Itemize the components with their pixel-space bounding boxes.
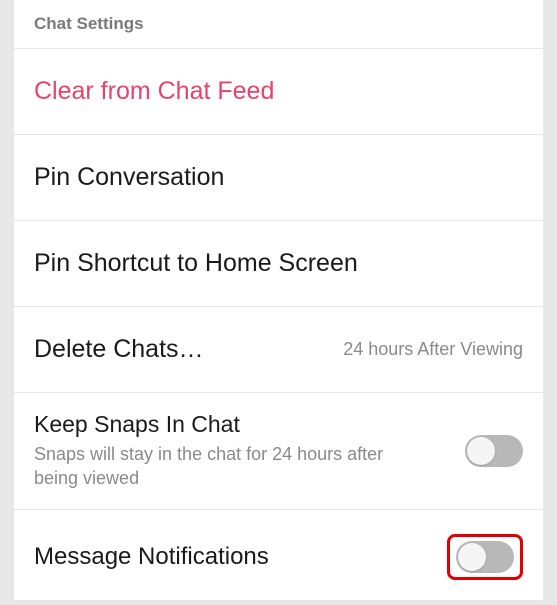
pin-conversation-row[interactable]: Pin Conversation xyxy=(14,135,543,221)
keep-snaps-sublabel: Snaps will stay in the chat for 24 hours… xyxy=(34,442,414,491)
clear-from-chat-feed-row[interactable]: Clear from Chat Feed xyxy=(14,49,543,135)
message-notifications-label: Message Notifications xyxy=(34,543,269,571)
keep-snaps-toggle[interactable] xyxy=(465,435,523,467)
pin-shortcut-row[interactable]: Pin Shortcut to Home Screen xyxy=(14,221,543,307)
chat-settings-panel: Chat Settings Clear from Chat Feed Pin C… xyxy=(14,0,543,600)
keep-snaps-text: Keep Snaps In Chat Snaps will stay in th… xyxy=(34,411,414,491)
delete-chats-row[interactable]: Delete Chats… 24 hours After Viewing xyxy=(14,307,543,393)
pin-conversation-label: Pin Conversation xyxy=(34,163,224,192)
highlight-annotation xyxy=(447,534,523,580)
pin-shortcut-label: Pin Shortcut to Home Screen xyxy=(34,249,358,278)
clear-from-chat-feed-label: Clear from Chat Feed xyxy=(34,77,274,106)
message-notifications-row: Message Notifications xyxy=(14,510,543,605)
message-notifications-toggle[interactable] xyxy=(456,541,514,573)
delete-chats-label: Delete Chats… xyxy=(34,335,204,364)
delete-chats-value: 24 hours After Viewing xyxy=(343,339,523,360)
keep-snaps-row: Keep Snaps In Chat Snaps will stay in th… xyxy=(14,393,543,510)
keep-snaps-label: Keep Snaps In Chat xyxy=(34,411,414,438)
toggle-knob xyxy=(467,437,495,465)
toggle-knob xyxy=(458,543,486,571)
section-header: Chat Settings xyxy=(14,0,543,49)
